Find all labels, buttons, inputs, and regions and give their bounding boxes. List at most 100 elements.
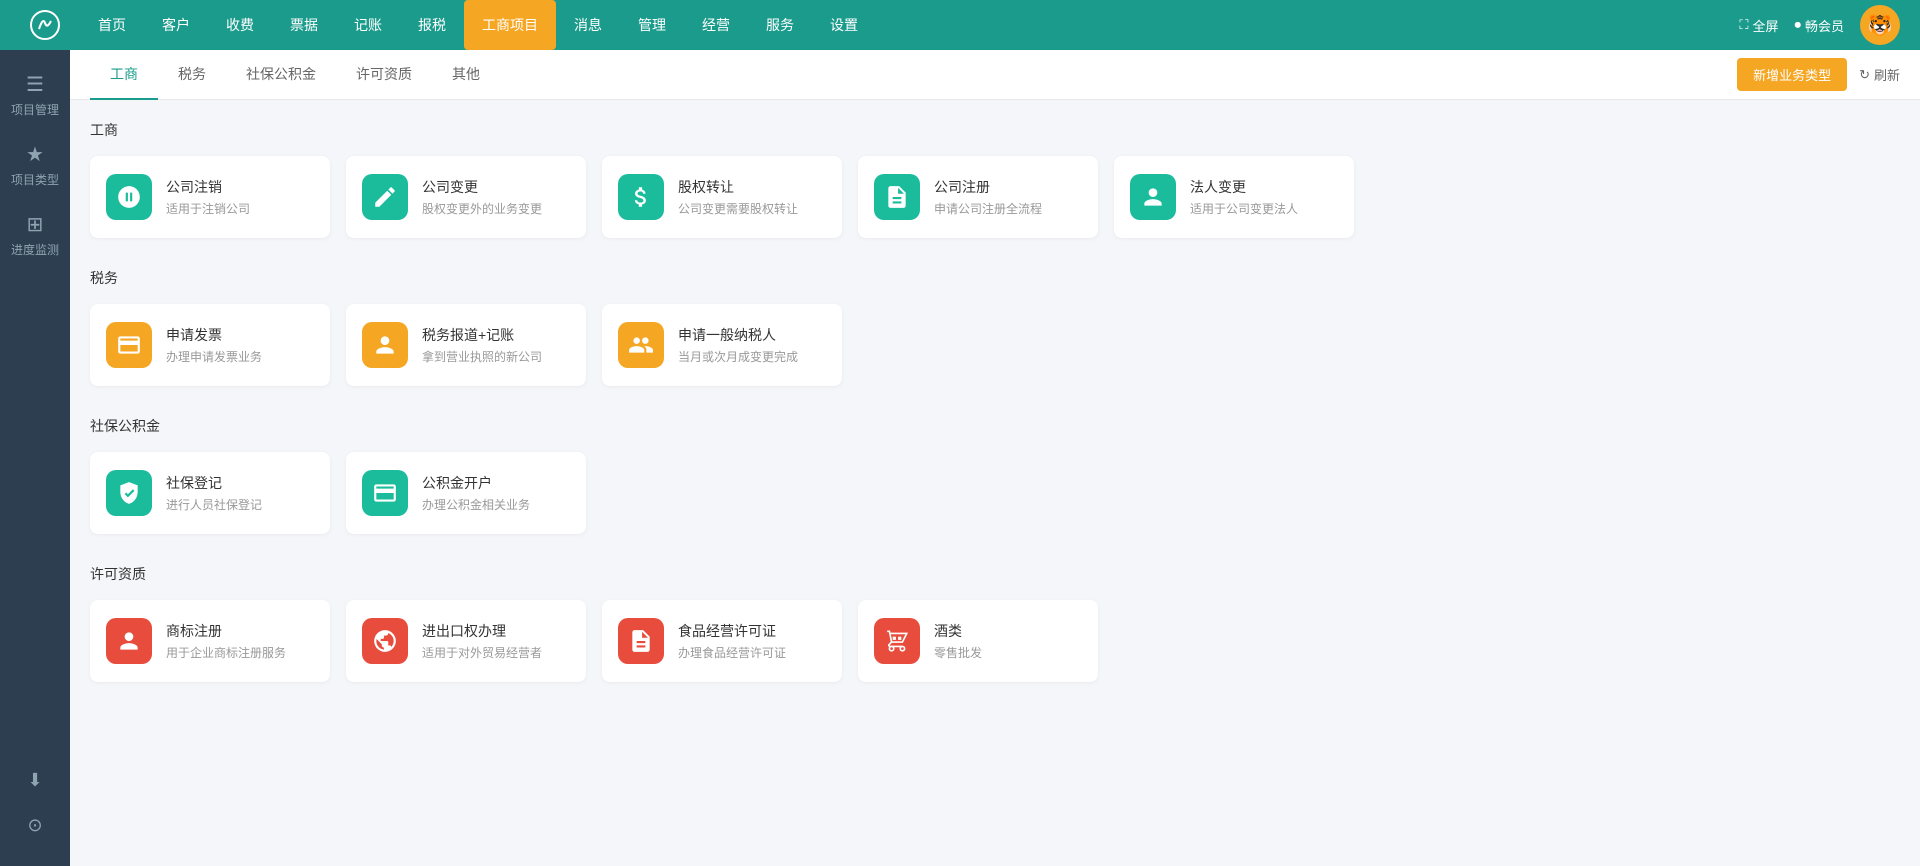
nav-items: 首页 客户 收费 票据 记账 报税 工商项目 消息 管理 经营 服务 设置 — [80, 0, 1739, 50]
card-company-cancel[interactable]: 公司注销 适用于注销公司 — [90, 156, 330, 238]
new-type-button[interactable]: 新增业务类型 — [1737, 58, 1847, 91]
tab-tax[interactable]: 税务 — [158, 50, 226, 100]
nav-home[interactable]: 首页 — [80, 0, 144, 50]
card-icon-import-export — [362, 618, 408, 664]
card-title-tax-report: 税务报道+记账 — [422, 325, 570, 345]
card-food-permit[interactable]: 食品经营许可证 办理食品经营许可证 — [602, 600, 842, 682]
card-icon-cancel — [106, 174, 152, 220]
card-info-equity: 股权转让 公司变更需要股权转让 — [678, 177, 826, 218]
card-provident-fund[interactable]: 公积金开户 办理公积金相关业务 — [346, 452, 586, 534]
tab-business[interactable]: 工商 — [90, 50, 158, 100]
card-info-trademark: 商标注册 用于企业商标注册服务 — [166, 621, 314, 662]
card-alcohol[interactable]: 酒类 零售批发 — [858, 600, 1098, 682]
card-desc-alcohol: 零售批发 — [934, 645, 1082, 662]
card-title-food: 食品经营许可证 — [678, 621, 826, 641]
nav-messages[interactable]: 消息 — [556, 0, 620, 50]
card-info-taxpayer: 申请一般纳税人 当月或次月成变更完成 — [678, 325, 826, 366]
cards-grid-social: 社保登记 进行人员社保登记 公积金开户 办理公积金相关业务 — [90, 452, 1900, 534]
sidebar-item-progress[interactable]: ⊞ 进度监测 — [0, 200, 70, 270]
fullscreen-btn[interactable]: ⛶ 全屏 — [1739, 16, 1778, 35]
sidebar-item-project-mgmt[interactable]: ☰ 项目管理 — [0, 60, 70, 130]
scroll-content[interactable]: 工商 公司注销 适用于注销公司 公司变更 — [70, 100, 1920, 866]
list-icon: ☰ — [26, 72, 44, 97]
sidebar-label-project-mgmt: 项目管理 — [11, 101, 59, 118]
card-general-taxpayer[interactable]: 申请一般纳税人 当月或次月成变更完成 — [602, 304, 842, 386]
card-title-register: 公司注册 — [934, 177, 1082, 197]
section-title-license: 许可资质 — [90, 564, 1900, 584]
card-title-social: 社保登记 — [166, 473, 314, 493]
card-info-fund: 公积金开户 办理公积金相关业务 — [422, 473, 570, 514]
card-social-insurance[interactable]: 社保登记 进行人员社保登记 — [90, 452, 330, 534]
nav-fees[interactable]: 收费 — [208, 0, 272, 50]
card-info-cancel: 公司注销 适用于注销公司 — [166, 177, 314, 218]
card-desc-trademark: 用于企业商标注册服务 — [166, 645, 314, 662]
card-desc-equity: 公司变更需要股权转让 — [678, 201, 826, 218]
mascot-avatar[interactable]: 🐯 — [1860, 5, 1900, 45]
card-desc-social: 进行人员社保登记 — [166, 497, 314, 514]
card-info-import-export: 进出口权办理 适用于对外贸易经营者 — [422, 621, 570, 662]
sidebar-item-project-type[interactable]: ★ 项目类型 — [0, 130, 70, 200]
section-title-social: 社保公积金 — [90, 416, 1900, 436]
card-desc-register: 申请公司注册全流程 — [934, 201, 1082, 218]
sidebar-bottom: ⬇ ⊙ — [0, 760, 70, 866]
grid-icon: ⊞ — [27, 212, 44, 237]
member-btn[interactable]: ⏺ 畅会员 — [1794, 16, 1844, 35]
section-title-business: 工商 — [90, 120, 1900, 140]
card-info-food: 食品经营许可证 办理食品经营许可证 — [678, 621, 826, 662]
fullscreen-icon: ⛶ — [1739, 17, 1748, 33]
refresh-icon: ↻ — [1859, 67, 1870, 83]
card-icon-taxpayer — [618, 322, 664, 368]
record-icon: ⏺ — [1794, 17, 1801, 33]
card-desc-legal: 适用于公司变更法人 — [1190, 201, 1338, 218]
nav-management[interactable]: 管理 — [620, 0, 684, 50]
nav-service[interactable]: 服务 — [748, 0, 812, 50]
card-info-legal: 法人变更 适用于公司变更法人 — [1190, 177, 1338, 218]
card-tax-report[interactable]: 税务报道+记账 拿到营业执照的新公司 — [346, 304, 586, 386]
nav-settings[interactable]: 设置 — [812, 0, 876, 50]
tab-bar: 工商 税务 社保公积金 许可资质 其他 新增业务类型 ↻ 刷新 — [70, 50, 1920, 100]
card-title-change: 公司变更 — [422, 177, 570, 197]
card-import-export[interactable]: 进出口权办理 适用于对外贸易经营者 — [346, 600, 586, 682]
nav-bills[interactable]: 票据 — [272, 0, 336, 50]
card-icon-change — [362, 174, 408, 220]
card-title-taxpayer: 申请一般纳税人 — [678, 325, 826, 345]
logo-icon — [27, 7, 63, 43]
tab-other[interactable]: 其他 — [432, 50, 500, 100]
nav-operations[interactable]: 经营 — [684, 0, 748, 50]
content-area: 工商 税务 社保公积金 许可资质 其他 新增业务类型 ↻ 刷新 工商 — [70, 50, 1920, 866]
nav-customer[interactable]: 客户 — [144, 0, 208, 50]
tab-license[interactable]: 许可资质 — [336, 50, 432, 100]
cards-grid-business: 公司注销 适用于注销公司 公司变更 股权变更外的业务变更 — [90, 156, 1900, 238]
card-title-invoice: 申请发票 — [166, 325, 314, 345]
card-company-register[interactable]: 公司注册 申请公司注册全流程 — [858, 156, 1098, 238]
card-trademark[interactable]: 商标注册 用于企业商标注册服务 — [90, 600, 330, 682]
card-icon-food — [618, 618, 664, 664]
card-icon-equity — [618, 174, 664, 220]
card-icon-register — [874, 174, 920, 220]
card-title-cancel: 公司注销 — [166, 177, 314, 197]
tab-social[interactable]: 社保公积金 — [226, 50, 336, 100]
sidebar-label-progress: 进度监测 — [11, 241, 59, 258]
card-title-trademark: 商标注册 — [166, 621, 314, 641]
nav-bookkeeping[interactable]: 记账 — [336, 0, 400, 50]
card-info-register: 公司注册 申请公司注册全流程 — [934, 177, 1082, 218]
main-layout: ☰ 项目管理 ★ 项目类型 ⊞ 进度监测 ⬇ ⊙ 工商 税务 社保公积金 许可资… — [0, 50, 1920, 866]
card-desc-taxpayer: 当月或次月成变更完成 — [678, 349, 826, 366]
sidebar: ☰ 项目管理 ★ 项目类型 ⊞ 进度监测 ⬇ ⊙ — [0, 50, 70, 866]
card-company-change[interactable]: 公司变更 股权变更外的业务变更 — [346, 156, 586, 238]
member-label: 畅会员 — [1805, 16, 1844, 35]
card-title-equity: 股权转让 — [678, 177, 826, 197]
nav-business[interactable]: 工商项目 — [464, 0, 556, 50]
card-invoice[interactable]: 申请发票 办理申请发票业务 — [90, 304, 330, 386]
sidebar-help[interactable]: ⊙ — [0, 805, 70, 846]
refresh-button[interactable]: ↻ 刷新 — [1859, 65, 1900, 84]
card-legal-change[interactable]: 法人变更 适用于公司变更法人 — [1114, 156, 1354, 238]
nav-tax[interactable]: 报税 — [400, 0, 464, 50]
card-icon-alcohol — [874, 618, 920, 664]
card-equity-transfer[interactable]: 股权转让 公司变更需要股权转让 — [602, 156, 842, 238]
sidebar-label-project-type: 项目类型 — [11, 171, 59, 188]
sidebar-download[interactable]: ⬇ — [0, 760, 70, 801]
tab-actions: 新增业务类型 ↻ 刷新 — [1737, 58, 1900, 91]
card-info-change: 公司变更 股权变更外的业务变更 — [422, 177, 570, 218]
refresh-label: 刷新 — [1874, 65, 1900, 84]
